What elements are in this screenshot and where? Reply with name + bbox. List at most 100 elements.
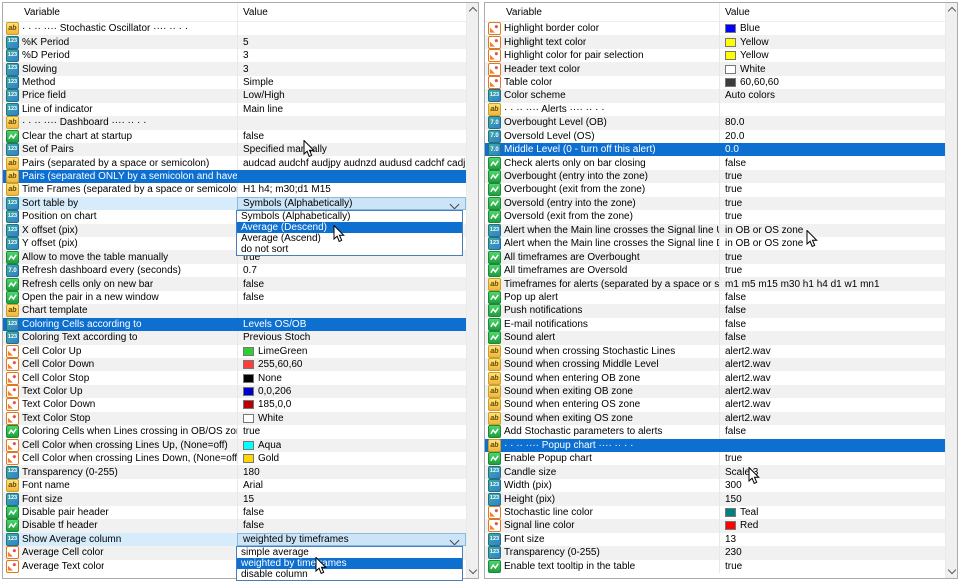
param-row[interactable]: 123 Sort table by Symbols (Alphabetically) — [3, 196, 466, 211]
dropdown-item[interactable]: Symbols (Alphabetically) — [237, 211, 462, 222]
param-row[interactable]: All timeframes are Oversold true — [485, 263, 945, 278]
param-row[interactable]: 7.0 Refresh dashboard every (seconds) 0.7 — [3, 263, 466, 278]
dropdown-item[interactable]: Average (Ascend) — [237, 233, 462, 244]
param-row[interactable]: Oversold (exit from the zone) true — [485, 210, 945, 224]
param-row[interactable]: ab Sound when exiting OB zone alert2.wav — [485, 384, 945, 399]
param-row[interactable]: 123 Show Average column weighted by timefr… — [3, 532, 466, 547]
param-row[interactable]: All timeframes are Overbought true — [485, 250, 945, 264]
param-row[interactable]: ab Pairs (separated ONLY by a semicolon a… — [3, 169, 466, 184]
param-row[interactable]: Cell Color Up LimeGreen — [3, 344, 466, 358]
value-combobox[interactable]: weighted by timeframes — [237, 532, 466, 547]
value-combobox[interactable]: Symbols (Alphabetically) — [237, 196, 466, 211]
separator-row[interactable]: ab · · ·· ···· Stochastic Oscillator ····… — [3, 22, 466, 36]
param-row[interactable]: Clear the chart at startup false — [3, 129, 466, 143]
param-row[interactable]: Coloring Cells when Lines crossing in OB… — [3, 425, 466, 439]
param-row[interactable]: Push notifications false — [485, 304, 945, 318]
param-label: Cell Color when crossing Lines Down, (No… — [22, 453, 237, 465]
dropdown-item[interactable]: simple average — [237, 547, 462, 558]
param-row[interactable]: 123 Slowing 3 — [3, 62, 466, 76]
dropdown-item[interactable]: weighted by timeframes — [237, 558, 462, 569]
dropdown-item[interactable]: disable column — [237, 569, 462, 580]
param-row[interactable]: 123 Method Simple — [3, 75, 466, 90]
string-param-icon: ab — [6, 156, 19, 170]
variable-cell: 123 Y offset (pix) — [3, 237, 237, 251]
param-row[interactable]: Table color 60,60,60 — [485, 75, 945, 90]
param-row[interactable]: Highlight color for pair selection Yellow — [485, 48, 945, 63]
param-row[interactable]: Cell Color Down 255,60,60 — [3, 357, 466, 372]
param-row[interactable]: ab Sound when crossing Middle Level alert2… — [485, 357, 945, 372]
param-row[interactable]: 123 Coloring Cells according to Levels OS/… — [3, 317, 466, 332]
param-row[interactable]: Stochastic line color Teal — [485, 505, 945, 520]
param-row[interactable]: 123 %K Period 5 — [3, 35, 466, 49]
param-row[interactable]: Text Color Stop White — [3, 411, 466, 426]
param-row[interactable]: 123 Set of Pairs Specified manually — [3, 142, 466, 157]
param-row[interactable]: Overbought (exit from the zone) true — [485, 183, 945, 197]
scroll-up-button[interactable] — [467, 3, 479, 16]
param-row[interactable]: Oversold (entry into the zone) true — [485, 196, 945, 211]
param-row[interactable]: 123 Candle size Scale 3 — [485, 465, 945, 479]
param-row[interactable]: 123 Coloring Text according to Previous St… — [3, 331, 466, 345]
vertical-scrollbar[interactable] — [466, 3, 478, 578]
param-row[interactable]: ab Sound when entering OB zone alert2.wav — [485, 371, 945, 385]
param-row[interactable]: 7.0 Middle Level (0 - turn off this alert… — [485, 142, 945, 157]
param-row[interactable]: ab Font name Arial — [3, 478, 466, 493]
param-row[interactable]: Enable text tooltip in the table true — [485, 559, 945, 573]
value-cell: 0.0 — [719, 143, 945, 156]
param-row[interactable]: 123 Alert when the Main line crosses the … — [485, 237, 945, 251]
param-row[interactable]: Disable tf header false — [3, 519, 466, 533]
param-row[interactable]: Sound alert false — [485, 331, 945, 345]
scroll-up-button[interactable] — [946, 3, 958, 16]
param-row[interactable]: Highlight text color Yellow — [485, 35, 945, 49]
param-row[interactable]: Open the pair in a new window false — [3, 290, 466, 305]
param-row[interactable]: Pop up alert false — [485, 290, 945, 305]
param-row[interactable]: Text Color Up 0,0,206 — [3, 384, 466, 399]
param-row[interactable]: 123 Transparency (0-255) 230 — [485, 546, 945, 560]
color-param-icon — [488, 75, 501, 89]
param-row[interactable]: ab Sound when exiting OS zone alert2.wav — [485, 411, 945, 426]
param-row[interactable]: 123 Transparency (0-255) 180 — [3, 465, 466, 479]
param-row[interactable]: Check alerts only on bar closing false — [485, 156, 945, 170]
dropdown-item[interactable]: Average (Descend) — [237, 222, 462, 233]
param-row[interactable]: 123 Font size 13 — [485, 532, 945, 547]
param-row[interactable]: 123 Width (pix) 300 — [485, 478, 945, 493]
param-row[interactable]: 7.0 Overbought Level (OB) 80.0 — [485, 116, 945, 130]
param-row[interactable]: ab Chart template — [3, 304, 466, 318]
param-row[interactable]: ab Pairs (separated by a space or semicol… — [3, 156, 466, 170]
param-row[interactable]: Cell Color when crossing Lines Up, (None… — [3, 438, 466, 452]
param-row[interactable]: Cell Color when crossing Lines Down, (No… — [3, 452, 466, 466]
param-row[interactable]: ab Time Frames (separated by a space or s… — [3, 183, 466, 197]
param-row[interactable]: 123 Color scheme Auto colors — [485, 89, 945, 103]
separator-row[interactable]: ab · · ·· ···· Dashboard ···· ·· · · — [3, 116, 466, 130]
param-row[interactable]: E-mail notifications false — [485, 317, 945, 332]
param-row[interactable]: ab Timeframes for alerts (separated by a … — [485, 277, 945, 291]
param-row[interactable]: Add Stochastic parameters to alerts false — [485, 425, 945, 439]
param-row[interactable]: Text Color Down 185,0,0 — [3, 398, 466, 412]
param-row[interactable]: 123 Price field Low/High — [3, 89, 466, 103]
param-row[interactable]: Cell Color Stop None — [3, 371, 466, 385]
param-row[interactable]: 7.0 Oversold Level (OS) 20.0 — [485, 129, 945, 143]
scroll-down-button[interactable] — [467, 565, 479, 578]
param-row[interactable]: 123 Alert when the Main line crosses the … — [485, 223, 945, 237]
integer-param-icon: 123 — [488, 532, 501, 546]
vertical-scrollbar[interactable] — [945, 3, 957, 578]
param-row[interactable]: 123 Line of indicator Main line — [3, 102, 466, 117]
separator-row[interactable]: ab · · ·· ···· Popup chart ···· ·· · · — [485, 438, 945, 452]
dropdown-item[interactable]: do not sort — [237, 244, 462, 255]
scroll-down-button[interactable] — [946, 565, 958, 578]
variable-cell: 123 Show Average column — [3, 532, 237, 546]
param-value: false — [243, 520, 265, 532]
param-row[interactable]: Highlight border color Blue — [485, 22, 945, 36]
color-param-icon — [6, 385, 19, 399]
separator-row[interactable]: ab · · ·· ···· Alerts ···· ·· · · — [485, 102, 945, 117]
param-row[interactable]: Signal line color Red — [485, 519, 945, 533]
param-row[interactable]: 123 %D Period 3 — [3, 48, 466, 63]
param-row[interactable]: ab Sound when crossing Stochastic Lines al… — [485, 344, 945, 358]
param-row[interactable]: Header text color White — [485, 62, 945, 76]
param-row[interactable]: Overbought (entry into the zone) true — [485, 169, 945, 184]
param-row[interactable]: Enable Popup chart true — [485, 452, 945, 466]
param-row[interactable]: Disable pair header false — [3, 505, 466, 520]
param-row[interactable]: 123 Height (pix) 150 — [485, 492, 945, 506]
param-row[interactable]: Refresh cells only on new bar false — [3, 277, 466, 291]
param-row[interactable]: ab Sound when entering OS zone alert2.wav — [485, 398, 945, 412]
param-row[interactable]: 123 Font size 15 — [3, 492, 466, 506]
